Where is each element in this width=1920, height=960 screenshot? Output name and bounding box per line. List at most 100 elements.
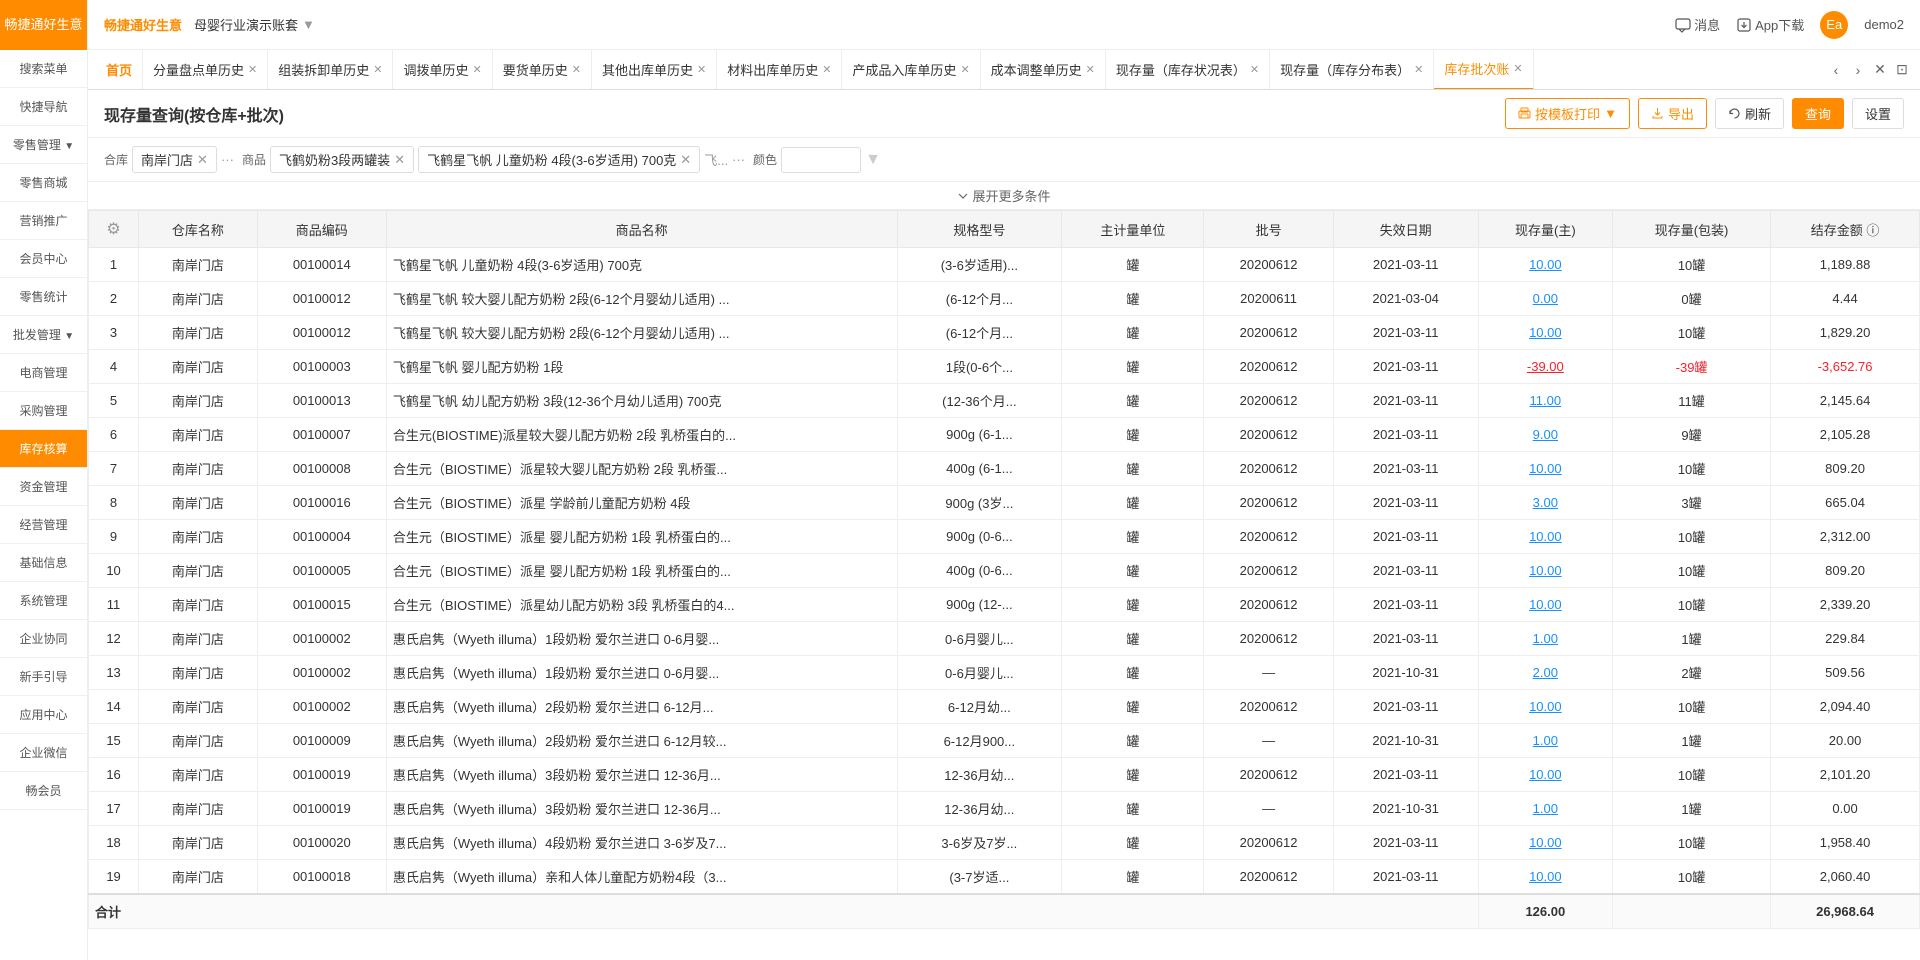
app-download-btn[interactable]: App下载 bbox=[1736, 15, 1804, 34]
expand-row: 展开更多条件 bbox=[88, 182, 1920, 210]
nav-tab-2[interactable]: 组装拆卸单历史✕ bbox=[268, 50, 393, 90]
cell-qty-main-2[interactable]: 10.00 bbox=[1478, 316, 1612, 350]
tab-close-8[interactable]: ✕ bbox=[1086, 63, 1095, 76]
nav-tab-5[interactable]: 其他出库单历史✕ bbox=[592, 50, 717, 90]
sidebar-item-15[interactable]: 企业协同 bbox=[0, 620, 87, 658]
cell-name-7: 合生元（BIOSTIME）派星 学龄前儿童配方奶粉 4段 bbox=[386, 486, 897, 520]
cell-qty-main-9[interactable]: 10.00 bbox=[1478, 554, 1612, 588]
sidebar-item-0[interactable]: 搜索菜单 bbox=[0, 50, 87, 88]
sidebar-item-11[interactable]: 资金管理 bbox=[0, 468, 87, 506]
sidebar-item-13[interactable]: 基础信息 bbox=[0, 544, 87, 582]
nav-tab-11[interactable]: 库存批次账✕ bbox=[1434, 50, 1533, 90]
tab-close-6[interactable]: ✕ bbox=[822, 63, 831, 76]
nav-tab-3[interactable]: 调拨单历史✕ bbox=[393, 50, 492, 90]
nav-tab-8[interactable]: 成本调整单历史✕ bbox=[981, 50, 1106, 90]
table-row: 7 南岸门店 00100008 合生元（BIOSTIME）派星较大婴儿配方奶粉 … bbox=[89, 452, 1920, 486]
warehouse-more[interactable]: ··· bbox=[221, 152, 234, 167]
nav-tab-4[interactable]: 要货单历史✕ bbox=[493, 50, 592, 90]
product-tag-1[interactable]: 飞鹤奶粉3段两罐装 ✕ bbox=[270, 146, 414, 173]
cell-qty-main-16[interactable]: 1.00 bbox=[1478, 792, 1612, 826]
user-avatar[interactable]: Ea bbox=[1820, 11, 1848, 39]
arrow-icon: ▼ bbox=[64, 331, 74, 342]
cell-qty-main-10[interactable]: 10.00 bbox=[1478, 588, 1612, 622]
nav-tab-9[interactable]: 现存量（库存状况表）✕ bbox=[1106, 50, 1270, 90]
print-btn[interactable]: 按模板打印 ▼ bbox=[1505, 98, 1630, 129]
sidebar-item-19[interactable]: 畅会员 bbox=[0, 772, 87, 810]
nav-maximize[interactable]: ⊡ bbox=[1892, 60, 1912, 80]
cell-qty-main-3[interactable]: -39.00 bbox=[1478, 350, 1612, 384]
product-tag-1-remove[interactable]: ✕ bbox=[394, 152, 405, 168]
cell-qty-main-0[interactable]: 10.00 bbox=[1478, 248, 1612, 282]
sidebar-item-2[interactable]: 零售管理 ▼ bbox=[0, 126, 87, 164]
tab-close-3[interactable]: ✕ bbox=[473, 63, 482, 76]
cell-qty-main-7[interactable]: 3.00 bbox=[1478, 486, 1612, 520]
cell-qty-main-6[interactable]: 10.00 bbox=[1478, 452, 1612, 486]
sidebar-item-8[interactable]: 电商管理 bbox=[0, 354, 87, 392]
sidebar-item-9[interactable]: 采购管理 bbox=[0, 392, 87, 430]
nav-tab-7[interactable]: 产成品入库单历史✕ bbox=[842, 50, 980, 90]
table-row: 6 南岸门店 00100007 合生元(BIOSTIME)派星较大婴儿配方奶粉 … bbox=[89, 418, 1920, 452]
query-btn[interactable]: 查询 bbox=[1792, 98, 1844, 129]
cell-qty-main-13[interactable]: 10.00 bbox=[1478, 690, 1612, 724]
cell-qty-main-1[interactable]: 0.00 bbox=[1478, 282, 1612, 316]
tab-close-5[interactable]: ✕ bbox=[697, 63, 706, 76]
sidebar-item-12[interactable]: 经营管理 bbox=[0, 506, 87, 544]
color-input[interactable] bbox=[781, 147, 861, 173]
tab-close-9[interactable]: ✕ bbox=[1250, 63, 1259, 76]
product-more[interactable]: 飞... bbox=[704, 150, 728, 169]
sidebar-item-14[interactable]: 系统管理 bbox=[0, 582, 87, 620]
sidebar-item-3[interactable]: 零售商城 bbox=[0, 164, 87, 202]
expand-btn[interactable]: 展开更多条件 bbox=[957, 186, 1050, 205]
warehouse-tag[interactable]: 南岸门店 ✕ bbox=[132, 146, 217, 173]
cell-qty-main-15[interactable]: 10.00 bbox=[1478, 758, 1612, 792]
color-dropdown-arrow[interactable]: ▼ bbox=[865, 151, 881, 169]
cell-qty-main-14[interactable]: 1.00 bbox=[1478, 724, 1612, 758]
nav-right-arrow[interactable]: › bbox=[1848, 60, 1868, 80]
nav-tab-6[interactable]: 材料出库单历史✕ bbox=[717, 50, 842, 90]
cell-qty-main-17[interactable]: 10.00 bbox=[1478, 826, 1612, 860]
tab-close-1[interactable]: ✕ bbox=[248, 63, 257, 76]
message-btn[interactable]: 消息 bbox=[1675, 15, 1720, 34]
product-tag-2-remove[interactable]: ✕ bbox=[680, 152, 691, 168]
tab-close-10[interactable]: ✕ bbox=[1414, 63, 1423, 76]
sidebar-item-16[interactable]: 新手引导 bbox=[0, 658, 87, 696]
sidebar-item-1[interactable]: 快捷导航 bbox=[0, 88, 87, 126]
username[interactable]: demo2 bbox=[1864, 17, 1904, 32]
tab-close-4[interactable]: ✕ bbox=[572, 63, 581, 76]
warehouse-label: 合库 bbox=[104, 151, 128, 168]
cell-qty-main-11[interactable]: 1.00 bbox=[1478, 622, 1612, 656]
cell-qty-main-5[interactable]: 9.00 bbox=[1478, 418, 1612, 452]
product-tag-2[interactable]: 飞鹤星飞帆 儿童奶粉 4段(3-6岁适用) 700克 ✕ bbox=[418, 146, 700, 173]
warehouse-remove[interactable]: ✕ bbox=[197, 152, 208, 168]
col-settings[interactable]: ⚙ bbox=[89, 211, 139, 248]
cell-batch-6: 20200612 bbox=[1204, 452, 1333, 486]
sidebar-item-5[interactable]: 会员中心 bbox=[0, 240, 87, 278]
sidebar-item-10[interactable]: 库存核算 bbox=[0, 430, 87, 468]
tab-close-2[interactable]: ✕ bbox=[373, 63, 382, 76]
cell-expiry-18: 2021-03-11 bbox=[1333, 860, 1478, 895]
sidebar-item-4[interactable]: 营销推广 bbox=[0, 202, 87, 240]
product-extra[interactable]: ··· bbox=[732, 152, 745, 167]
tab-close-11[interactable]: ✕ bbox=[1513, 62, 1522, 75]
cell-qty-main-4[interactable]: 11.00 bbox=[1478, 384, 1612, 418]
sidebar-item-7[interactable]: 批发管理 ▼ bbox=[0, 316, 87, 354]
tab-close-7[interactable]: ✕ bbox=[960, 63, 969, 76]
nav-tab-0[interactable]: 首页 bbox=[96, 50, 143, 90]
settings-btn[interactable]: 设置 bbox=[1852, 98, 1904, 129]
cell-qty-main-12[interactable]: 2.00 bbox=[1478, 656, 1612, 690]
industry-dropdown[interactable]: ▼ bbox=[302, 17, 315, 32]
cell-qty-pkg-7: 3罐 bbox=[1613, 486, 1771, 520]
nav-tab-10[interactable]: 现存量（库存分布表）✕ bbox=[1270, 50, 1434, 90]
export-btn[interactable]: 导出 bbox=[1638, 98, 1707, 129]
sidebar-item-17[interactable]: 应用中心 bbox=[0, 696, 87, 734]
page-actions: 按模板打印 ▼ 导出 刷新 查询 设置 bbox=[1505, 98, 1904, 129]
sidebar-item-6[interactable]: 零售统计 bbox=[0, 278, 87, 316]
refresh-btn[interactable]: 刷新 bbox=[1715, 98, 1784, 129]
cell-qty-pkg-9: 10罐 bbox=[1613, 554, 1771, 588]
nav-close-tab[interactable]: ✕ bbox=[1870, 60, 1890, 80]
cell-qty-main-8[interactable]: 10.00 bbox=[1478, 520, 1612, 554]
nav-tab-1[interactable]: 分量盘点单历史✕ bbox=[143, 50, 268, 90]
sidebar-item-18[interactable]: 企业微信 bbox=[0, 734, 87, 772]
nav-left-arrow[interactable]: ‹ bbox=[1826, 60, 1846, 80]
cell-qty-main-18[interactable]: 10.00 bbox=[1478, 860, 1612, 895]
